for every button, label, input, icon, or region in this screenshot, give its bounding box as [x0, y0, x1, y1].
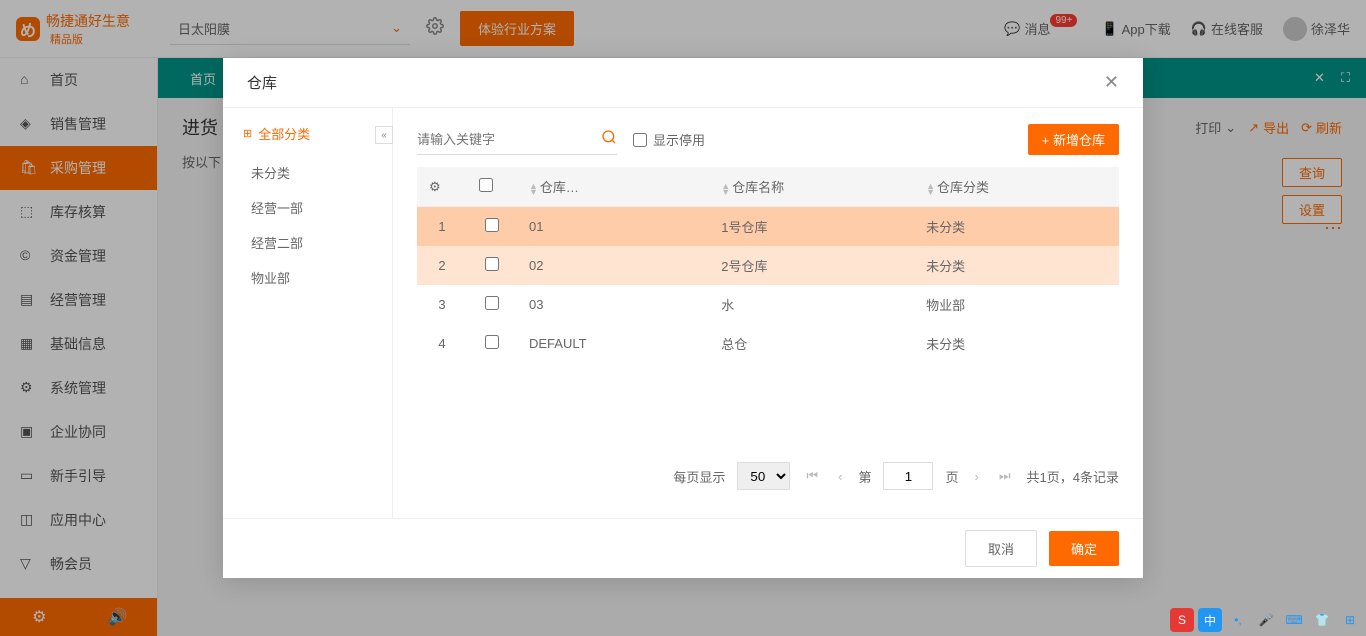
modal-close-button[interactable]: ✕: [1104, 72, 1119, 93]
table-row[interactable]: 2 02 2号仓库 未分类: [417, 246, 1119, 285]
ime-skin-icon[interactable]: 👕: [1310, 608, 1334, 632]
pagination-total: 共1页，4条记录: [1027, 467, 1119, 486]
modal-title: 仓库: [247, 72, 277, 93]
add-warehouse-button[interactable]: + 新增仓库: [1028, 124, 1119, 155]
show-disabled-checkbox[interactable]: 显示停用: [633, 130, 705, 149]
row-checkbox[interactable]: [485, 335, 499, 349]
category-item[interactable]: 经营二部: [223, 225, 392, 260]
last-page-button[interactable]: ⏭: [995, 468, 1015, 484]
ime-mic-icon[interactable]: 🎤: [1254, 608, 1278, 632]
sort-icon: ▲▼: [721, 183, 730, 195]
ime-keyboard-icon[interactable]: ⌨: [1282, 608, 1306, 632]
pagination: 每页显示 50 ⏮ ‹ 第 页 › ⏭ 共1页，4条记录: [417, 450, 1119, 502]
table-row[interactable]: 4 DEFAULT 总仓 未分类: [417, 324, 1119, 363]
confirm-button[interactable]: 确定: [1049, 531, 1119, 566]
name-column[interactable]: ▲▼仓库名称: [709, 167, 914, 207]
checkbox-column: [467, 167, 517, 207]
table-panel: 显示停用 + 新增仓库 ⚙ ▲▼仓库… ▲▼仓库名称 ▲▼仓库分类 1: [393, 108, 1143, 518]
select-all-checkbox[interactable]: [479, 178, 493, 192]
modal-footer: 取消 确定: [223, 518, 1143, 578]
checkbox[interactable]: [633, 133, 647, 147]
table-header-row: ⚙ ▲▼仓库… ▲▼仓库名称 ▲▼仓库分类: [417, 167, 1119, 207]
ime-taskbar: S 中 •, 🎤 ⌨ 👕 ⊞: [1170, 608, 1362, 632]
ime-punct-icon[interactable]: •,: [1226, 608, 1250, 632]
row-checkbox[interactable]: [485, 218, 499, 232]
cancel-button[interactable]: 取消: [965, 530, 1037, 567]
collapse-panel-button[interactable]: «: [375, 126, 393, 144]
code-column[interactable]: ▲▼仓库…: [517, 167, 709, 207]
ime-icon[interactable]: S: [1170, 608, 1194, 632]
row-checkbox[interactable]: [485, 257, 499, 271]
sort-icon: ▲▼: [926, 183, 935, 195]
modal-header: 仓库 ✕: [223, 58, 1143, 108]
prev-page-button[interactable]: ‹: [834, 469, 846, 484]
category-item[interactable]: 未分类: [223, 155, 392, 190]
modal-body: ⊞ 全部分类 未分类 经营一部 经营二部 物业部 « 显示停用: [223, 108, 1143, 518]
table-row[interactable]: 1 01 1号仓库 未分类: [417, 207, 1119, 247]
row-checkbox[interactable]: [485, 296, 499, 310]
table-row[interactable]: 3 03 水 物业部: [417, 285, 1119, 324]
search-icon[interactable]: [601, 129, 617, 150]
per-page-select[interactable]: 50: [737, 462, 790, 490]
warehouse-table: ⚙ ▲▼仓库… ▲▼仓库名称 ▲▼仓库分类 1 01 1号仓库 未分类: [417, 167, 1119, 363]
warehouse-modal: 仓库 ✕ ⊞ 全部分类 未分类 经营一部 经营二部 物业部 «: [223, 58, 1143, 578]
category-panel: ⊞ 全部分类 未分类 经营一部 经营二部 物业部 «: [223, 108, 393, 518]
table-toolbar: 显示停用 + 新增仓库: [417, 124, 1119, 155]
grid-icon: ⊞: [243, 127, 252, 140]
ime-lang-icon[interactable]: 中: [1198, 608, 1222, 632]
category-item[interactable]: 经营一部: [223, 190, 392, 225]
next-page-button[interactable]: ›: [970, 469, 982, 484]
category-all[interactable]: ⊞ 全部分类: [223, 124, 392, 155]
category-column[interactable]: ▲▼仓库分类: [914, 167, 1119, 207]
ime-grid-icon[interactable]: ⊞: [1338, 608, 1362, 632]
sort-icon: ▲▼: [529, 183, 538, 195]
settings-column[interactable]: ⚙: [417, 167, 467, 207]
category-item[interactable]: 物业部: [223, 260, 392, 295]
search-box: [417, 125, 617, 155]
search-input[interactable]: [417, 132, 601, 147]
gear-icon: ⚙: [429, 179, 441, 194]
first-page-button[interactable]: ⏮: [802, 468, 822, 484]
page-input[interactable]: [883, 462, 933, 490]
